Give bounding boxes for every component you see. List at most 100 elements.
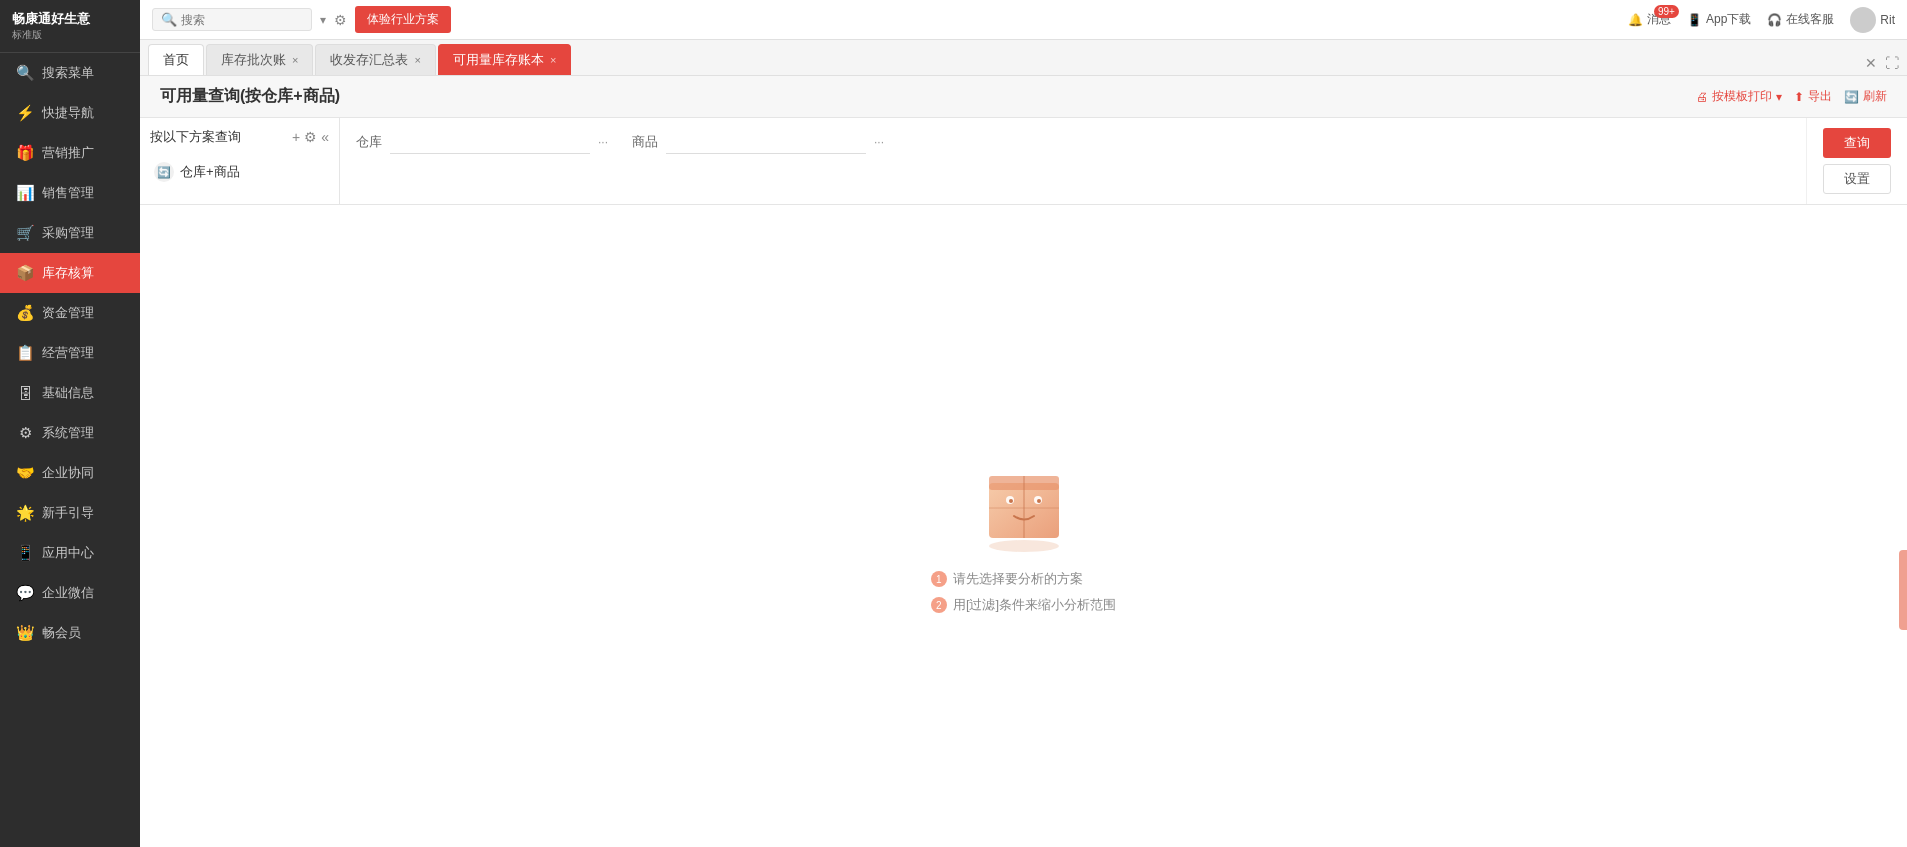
sidebar-scroll: 🔍 搜索菜单 ⚡ 快捷导航 🎁 营销推广 📊 销售管理 🛒 采购管理 📦 库存核…: [0, 53, 140, 847]
scheme-panel: 按以下方案查询 + ⚙ « 🔄 仓库+商品: [140, 118, 340, 204]
export-button[interactable]: ⬆ 导出: [1794, 88, 1832, 105]
product-more-button[interactable]: ···: [874, 135, 884, 149]
tab-collection-close[interactable]: ×: [414, 54, 420, 66]
sidebar-item-label: 畅会员: [42, 624, 81, 642]
topbar: 🔍 ▾ ⚙ 体验行业方案 🔔 消息 99+ 📱 App下载 🎧 在线客服 Rit: [140, 0, 1907, 40]
sidebar-item-label: 系统管理: [42, 424, 94, 442]
sidebar-item-label: 企业微信: [42, 584, 94, 602]
chevron-down-icon[interactable]: ▾: [320, 13, 326, 27]
settings-icon[interactable]: ⚙: [334, 12, 347, 28]
tab-available-label: 可用量库存账本: [453, 51, 544, 69]
sidebar-item-appstore[interactable]: 📱 应用中心: [0, 533, 140, 573]
tab-available-close[interactable]: ×: [550, 54, 556, 66]
sidebar-item-label: 搜索菜单: [42, 64, 94, 82]
scheme-panel-actions: + ⚙ «: [292, 129, 329, 145]
close-window-button[interactable]: ✕: [1865, 55, 1877, 71]
chevron-down-icon-print[interactable]: ▾: [1776, 90, 1782, 104]
money-icon: 💰: [16, 304, 34, 322]
empty-illustration: [964, 438, 1084, 558]
product-filter: 商品 ···: [632, 130, 884, 154]
sidebar-item-label: 基础信息: [42, 384, 94, 402]
sidebar-item-wechat[interactable]: 💬 企业微信: [0, 573, 140, 613]
online-service-button[interactable]: 🎧 在线客服: [1767, 11, 1834, 28]
sidebar-item-search[interactable]: 🔍 搜索菜单: [0, 53, 140, 93]
user-info[interactable]: Rit: [1850, 7, 1895, 33]
cart-icon: 🛒: [16, 224, 34, 242]
sidebar-item-sales[interactable]: 📊 销售管理: [0, 173, 140, 213]
notification-badge: 99+: [1654, 5, 1679, 18]
sidebar-item-inventory[interactable]: 📦 库存核算: [0, 253, 140, 293]
sidebar-item-shortcut[interactable]: ⚡ 快捷导航: [0, 93, 140, 133]
sidebar-item-operation[interactable]: 📋 经营管理: [0, 333, 140, 373]
print-template-button[interactable]: 🖨 按模板打印 ▾: [1696, 88, 1782, 105]
export-icon: ⬆: [1794, 90, 1804, 104]
window-controls: ✕ ⛶: [1865, 55, 1899, 75]
empty-tips: 1 请先选择要分析的方案 2 用[过滤]条件来缩小分析范围: [931, 570, 1116, 614]
filter-area: 仓库 ··· 商品 ···: [340, 118, 1806, 204]
page-header-actions: 🖨 按模板打印 ▾ ⬆ 导出 🔄 刷新: [1696, 88, 1887, 105]
tab-batch[interactable]: 库存批次账 ×: [206, 44, 313, 75]
sidebar-item-finance[interactable]: 💰 资金管理: [0, 293, 140, 333]
tab-available[interactable]: 可用量库存账本 ×: [438, 44, 571, 75]
sidebar-logo: 畅康通好生意 标准版: [0, 0, 140, 53]
tab-home-label: 首页: [163, 51, 189, 69]
tip-number-2: 2: [931, 597, 947, 613]
sidebar-item-marketing[interactable]: 🎁 营销推广: [0, 133, 140, 173]
scroll-indicator: [1899, 550, 1907, 630]
query-button[interactable]: 查询: [1823, 128, 1891, 158]
scheme-item-warehouse-product[interactable]: 🔄 仓库+商品: [140, 154, 339, 190]
sidebar-item-label: 资金管理: [42, 304, 94, 322]
sidebar-item-newbie[interactable]: 🌟 新手引导: [0, 493, 140, 533]
page-header: 可用量查询(按仓库+商品) 🖨 按模板打印 ▾ ⬆ 导出 🔄 刷新: [140, 76, 1907, 118]
topbar-right: 🔔 消息 99+ 📱 App下载 🎧 在线客服 Rit: [1628, 7, 1895, 33]
sidebar-item-system[interactable]: ⚙ 系统管理: [0, 413, 140, 453]
add-scheme-button[interactable]: +: [292, 129, 300, 145]
app-download-button[interactable]: 📱 App下载: [1687, 11, 1751, 28]
svg-point-8: [989, 540, 1059, 552]
bell-icon: 🔔: [1628, 13, 1643, 27]
sidebar-item-member[interactable]: 👑 畅会员: [0, 613, 140, 653]
printer-icon: 🖨: [1696, 90, 1708, 104]
app-subtitle: 标准版: [12, 28, 128, 42]
notification-button[interactable]: 🔔 消息 99+: [1628, 11, 1671, 28]
warehouse-input[interactable]: [390, 130, 590, 154]
app-download-label: App下载: [1706, 11, 1751, 28]
refresh-button[interactable]: 🔄 刷新: [1844, 88, 1887, 105]
empty-tip-2: 2 用[过滤]条件来缩小分析范围: [931, 596, 1116, 614]
filter-row: 仓库 ··· 商品 ···: [356, 130, 1790, 154]
warehouse-more-button[interactable]: ···: [598, 135, 608, 149]
print-template-label: 按模板打印: [1712, 88, 1772, 105]
sidebar-item-basic[interactable]: 🗄 基础信息: [0, 373, 140, 413]
chart-icon: 📊: [16, 184, 34, 202]
search-icon: 🔍: [16, 64, 34, 82]
main-content: 🔍 ▾ ⚙ 体验行业方案 🔔 消息 99+ 📱 App下载 🎧 在线客服 Rit: [140, 0, 1907, 847]
crown-icon: 👑: [16, 624, 34, 642]
product-input[interactable]: [666, 130, 866, 154]
sidebar-item-label: 销售管理: [42, 184, 94, 202]
sidebar-item-label: 新手引导: [42, 504, 94, 522]
tip-text-1: 请先选择要分析的方案: [953, 570, 1083, 588]
warehouse-label: 仓库: [356, 133, 382, 151]
scheme-dot: 🔄: [154, 162, 174, 182]
box-icon: 📦: [16, 264, 34, 282]
sidebar-item-enterprise[interactable]: 🤝 企业协同: [0, 453, 140, 493]
search-input[interactable]: [181, 13, 281, 27]
maximize-window-button[interactable]: ⛶: [1885, 55, 1899, 71]
collapse-panel-button[interactable]: «: [321, 129, 329, 145]
tab-home[interactable]: 首页: [148, 44, 204, 75]
user-name: Rit: [1880, 13, 1895, 27]
svg-point-7: [1037, 499, 1041, 503]
scheme-settings-button[interactable]: ⚙: [304, 129, 317, 145]
database-icon: 🗄: [16, 385, 34, 402]
sidebar-item-label: 采购管理: [42, 224, 94, 242]
search-box[interactable]: 🔍: [152, 8, 312, 31]
gift-icon: 🎁: [16, 144, 34, 162]
tab-collection[interactable]: 收发存汇总表 ×: [315, 44, 435, 75]
handshake-icon: 🤝: [16, 464, 34, 482]
industry-solution-button[interactable]: 体验行业方案: [355, 6, 451, 33]
app-title: 畅康通好生意: [12, 10, 128, 28]
sidebar-item-label: 营销推广: [42, 144, 94, 162]
settings-button[interactable]: 设置: [1823, 164, 1891, 194]
tab-batch-close[interactable]: ×: [292, 54, 298, 66]
sidebar-item-purchase[interactable]: 🛒 采购管理: [0, 213, 140, 253]
